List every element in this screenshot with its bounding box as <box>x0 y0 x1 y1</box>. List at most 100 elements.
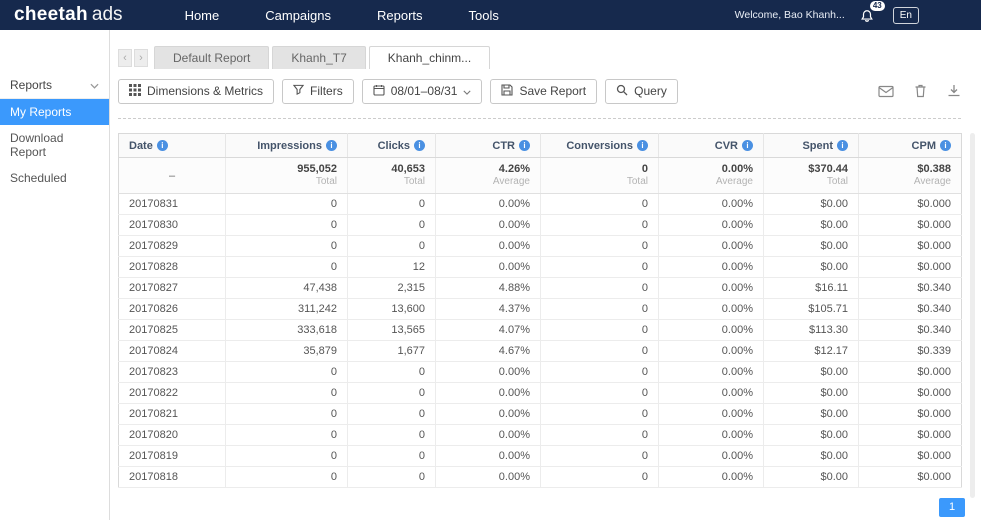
info-icon[interactable]: i <box>156 139 168 151</box>
table-row[interactable]: 20170822 0 0 0.00% 0 0.00% $0.00 $0.000 <box>118 382 962 404</box>
value-cell: 0.00% <box>658 361 764 383</box>
table-row[interactable]: 20170823 0 0 0.00% 0 0.00% $0.00 $0.000 <box>118 361 962 383</box>
tab-scroll-right-icon[interactable]: › <box>134 49 148 67</box>
info-icon[interactable]: i <box>519 139 530 151</box>
value-cell: $0.00 <box>763 403 859 425</box>
value-cell: 0.00% <box>435 382 541 404</box>
value-cell: 4.88% <box>435 277 541 299</box>
table-row[interactable]: 20170827 47,438 2,315 4.88% 0 0.00% $16.11 $0.3… <box>118 277 962 299</box>
nav-tools[interactable]: Tools <box>469 8 499 23</box>
sidebar-item-scheduled[interactable]: Scheduled <box>0 165 109 191</box>
info-icon[interactable]: i <box>940 139 951 151</box>
value-cell: $0.340 <box>858 298 962 320</box>
table-body: –955,052 Total 40,653 Total 4.26% Average 0 Tot… <box>118 157 962 488</box>
table-row[interactable]: 20170819 0 0 0.00% 0 0.00% $0.00 $0.000 <box>118 445 962 467</box>
table-row[interactable]: 20170820 0 0 0.00% 0 0.00% $0.00 $0.000 <box>118 424 962 446</box>
summary-value: 0 <box>641 163 648 175</box>
tab-scroll-left-icon[interactable]: ‹ <box>118 49 132 67</box>
value-cell: 0 <box>347 235 436 257</box>
value-cell: $0.000 <box>858 424 962 446</box>
save-report-button[interactable]: Save Report <box>490 78 598 104</box>
value-cell: 0 <box>225 256 348 278</box>
info-icon[interactable]: i <box>837 139 848 151</box>
language-button[interactable]: En <box>892 6 919 24</box>
email-icon[interactable] <box>878 85 894 98</box>
value-cell: 2,315 <box>347 277 436 299</box>
table-row[interactable]: 20170821 0 0 0.00% 0 0.00% $0.00 $0.000 <box>118 403 962 425</box>
column-header-label: Date <box>129 139 153 152</box>
query-button[interactable]: Query <box>605 78 678 104</box>
info-icon[interactable]: i <box>326 139 337 151</box>
info-icon[interactable]: i <box>414 139 425 151</box>
date-range-label: 08/01–08/31 <box>390 84 458 98</box>
summary-date-cell: – <box>118 157 226 194</box>
chevron-down-icon <box>90 78 99 92</box>
value-cell: 4.67% <box>435 340 541 362</box>
pagination-page-1[interactable]: 1 <box>939 498 965 517</box>
value-cell: 0 <box>540 277 659 299</box>
table-row[interactable]: 20170828 0 12 0.00% 0 0.00% $0.00 $0.000 <box>118 256 962 278</box>
value-cell: 0.00% <box>658 193 764 215</box>
query-label: Query <box>634 84 667 98</box>
summary-value-cell: $370.44 Total <box>763 157 859 194</box>
notifications-bell-icon[interactable]: 43 <box>859 1 885 25</box>
value-cell: 0 <box>540 403 659 425</box>
download-icon[interactable] <box>947 84 961 98</box>
info-icon[interactable]: i <box>637 139 648 151</box>
value-cell: 0 <box>225 214 348 236</box>
sidebar-item-my-reports[interactable]: My Reports <box>0 99 109 125</box>
column-header-conversions[interactable]: Conversions i <box>540 133 659 158</box>
tab-khanh-chinm[interactable]: Khanh_chinm... <box>368 46 491 69</box>
value-cell: 0 <box>540 340 659 362</box>
table-row[interactable]: 20170826 311,242 13,600 4.37% 0 0.00% $105.71 $… <box>118 298 962 320</box>
column-header-spent[interactable]: Spent i <box>763 133 859 158</box>
date-cell: 20170827 <box>118 277 226 299</box>
value-cell: $12.17 <box>763 340 859 362</box>
table-row[interactable]: 20170829 0 0 0.00% 0 0.00% $0.00 $0.000 <box>118 235 962 257</box>
sidebar-item-download-report[interactable]: Download Report <box>0 125 109 165</box>
grid-icon <box>129 83 141 99</box>
summary-value: $370.44 <box>808 163 848 175</box>
column-header-impressions[interactable]: Impressions i <box>225 133 348 158</box>
value-cell: $105.71 <box>763 298 859 320</box>
column-header-label: Conversions <box>566 139 633 152</box>
table-row[interactable]: 20170831 0 0 0.00% 0 0.00% $0.00 $0.000 <box>118 193 962 215</box>
value-cell: $0.000 <box>858 361 962 383</box>
table-row[interactable]: 20170830 0 0 0.00% 0 0.00% $0.00 $0.000 <box>118 214 962 236</box>
summary-value-cell: $0.388 Average <box>858 157 962 194</box>
trash-icon[interactable] <box>914 84 927 98</box>
nav-home[interactable]: Home <box>185 8 220 23</box>
value-cell: $0.000 <box>858 466 962 488</box>
column-header-label: CVR <box>714 139 738 152</box>
nav-reports[interactable]: Reports <box>377 8 423 23</box>
column-header-label: Clicks <box>377 139 410 152</box>
vertical-scrollbar[interactable] <box>970 133 975 498</box>
value-cell: 0 <box>540 256 659 278</box>
date-range-button[interactable]: 08/01–08/31 <box>361 78 483 104</box>
value-cell: 0.00% <box>658 214 764 236</box>
column-header-cvr[interactable]: CVR i <box>658 133 764 158</box>
tab-default-report[interactable]: Default Report <box>154 46 270 69</box>
table-row[interactable]: 20170825 333,618 13,565 4.07% 0 0.00% $113.30 $… <box>118 319 962 341</box>
dimensions-metrics-button[interactable]: Dimensions & Metrics <box>118 78 275 104</box>
date-cell: 20170823 <box>118 361 226 383</box>
value-cell: 0 <box>225 193 348 215</box>
sidebar-section-reports[interactable]: Reports <box>0 72 109 99</box>
table-row[interactable]: 20170818 0 0 0.00% 0 0.00% $0.00 $0.000 <box>118 466 962 488</box>
info-icon[interactable]: i <box>742 139 753 151</box>
app-logo[interactable]: cheetah ads <box>14 4 123 26</box>
filters-button[interactable]: Filters <box>282 78 354 104</box>
value-cell: 13,565 <box>347 319 436 341</box>
value-cell: 0 <box>540 319 659 341</box>
nav-campaigns[interactable]: Campaigns <box>265 8 331 23</box>
column-header-date[interactable]: Date i <box>118 133 226 158</box>
table-row[interactable]: 20170824 35,879 1,677 4.67% 0 0.00% $12.17 $0.3… <box>118 340 962 362</box>
column-header-clicks[interactable]: Clicks i <box>347 133 436 158</box>
tab-khanh-t7[interactable]: Khanh_T7 <box>272 46 366 69</box>
column-header-ctr[interactable]: CTR i <box>435 133 541 158</box>
column-header-cpm[interactable]: CPM i <box>858 133 962 158</box>
summary-sublabel: Average <box>913 176 951 187</box>
summary-value-cell: 4.26% Average <box>435 157 541 194</box>
value-cell: 0.00% <box>658 445 764 467</box>
value-cell: 0.00% <box>658 277 764 299</box>
